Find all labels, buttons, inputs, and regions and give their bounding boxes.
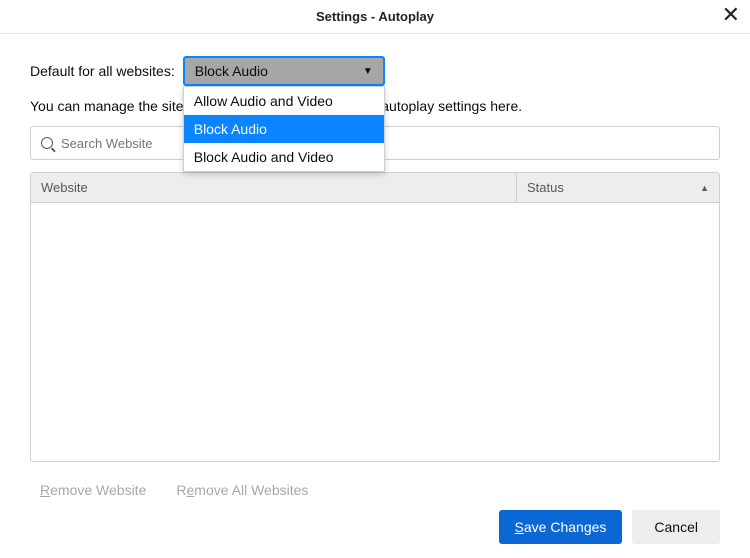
option-block-audio-video[interactable]: Block Audio and Video xyxy=(184,143,384,171)
remove-all-label: move All Websites xyxy=(194,482,308,498)
save-button[interactable]: Save Changes xyxy=(499,510,623,544)
table-body xyxy=(31,203,719,461)
default-row: Default for all websites: Block Audio ▼ … xyxy=(30,56,720,86)
dialog-content: Default for all websites: Block Audio ▼ … xyxy=(0,34,750,504)
default-select[interactable]: Block Audio ▼ xyxy=(183,56,385,86)
dialog-title: Settings - Autoplay xyxy=(316,9,434,24)
website-table: Website Status ▲ xyxy=(30,172,720,462)
search-input[interactable] xyxy=(61,136,709,151)
remove-all-websites-button[interactable]: Remove All Websites xyxy=(166,476,318,504)
column-header-website-label: Website xyxy=(41,180,88,195)
remove-website-label: emove Website xyxy=(50,482,146,498)
dialog-titlebar: Settings - Autoplay ✕ xyxy=(0,0,750,34)
column-header-status-label: Status xyxy=(527,180,564,195)
option-block-audio[interactable]: Block Audio xyxy=(184,115,384,143)
close-icon[interactable]: ✕ xyxy=(722,4,740,26)
column-header-status[interactable]: Status ▲ xyxy=(517,173,719,202)
default-dropdown: Allow Audio and Video Block Audio Block … xyxy=(183,86,385,172)
remove-buttons-row: Remove Website Remove All Websites xyxy=(30,476,720,504)
sort-up-icon: ▲ xyxy=(700,183,709,193)
default-select-value: Block Audio xyxy=(195,63,268,79)
dialog-footer: Save Changes Cancel xyxy=(499,510,720,544)
column-header-website[interactable]: Website xyxy=(31,173,517,202)
table-header: Website Status ▲ xyxy=(31,173,719,203)
search-icon xyxy=(41,137,53,149)
default-select-wrap: Block Audio ▼ Allow Audio and Video Bloc… xyxy=(183,56,385,86)
option-allow-audio-video[interactable]: Allow Audio and Video xyxy=(184,87,384,115)
save-rest: ave Changes xyxy=(524,519,607,535)
cancel-button[interactable]: Cancel xyxy=(632,510,720,544)
chevron-down-icon: ▼ xyxy=(363,66,373,77)
remove-website-button[interactable]: Remove Website xyxy=(30,476,156,504)
default-label: Default for all websites: xyxy=(30,63,175,79)
